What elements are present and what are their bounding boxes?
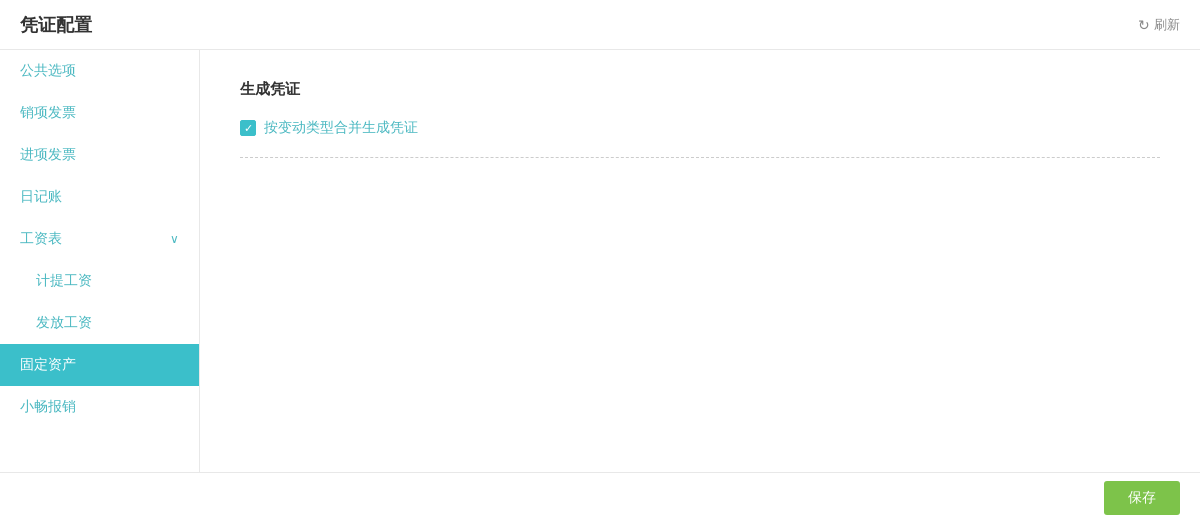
refresh-label: 刷新 [1154,16,1180,34]
sidebar-item-label: 小畅报销 [20,398,76,416]
sidebar-item-label: 固定资产 [20,356,76,374]
section-title: 生成凭证 [240,80,1160,99]
sidebar-item-payroll-calc[interactable]: 计提工资 [0,260,199,302]
checkmark-icon: ✓ [244,123,253,134]
sidebar-item-journal[interactable]: 日记账 [0,176,199,218]
main-layout: 公共选项销项发票进项发票日记账工资表 ∨ 计提工资发放工资固定资产小畅报销 生成凭证… [0,50,1200,472]
sidebar-item-purchase-invoice[interactable]: 进项发票 [0,134,199,176]
sidebar-item-label: 日记账 [20,188,62,206]
checkbox-row: ✓ 按变动类型合并生成凭证 [240,119,1160,137]
sidebar-item-label: 发放工资 [36,314,92,332]
content-area: 生成凭证 ✓ 按变动类型合并生成凭证 [200,50,1200,472]
divider [240,157,1160,158]
sidebar-item-label: 销项发票 [20,104,76,122]
save-button[interactable]: 保存 [1104,481,1180,515]
sidebar-item-label: 进项发票 [20,146,76,164]
page-title: 凭证配置 [20,13,92,37]
sidebar-item-expense[interactable]: 小畅报销 [0,386,199,428]
sidebar-item-label: 工资表 [20,230,62,248]
sidebar-item-sales-invoice[interactable]: 销项发票 [0,92,199,134]
sidebar: 公共选项销项发票进项发票日记账工资表 ∨ 计提工资发放工资固定资产小畅报销 [0,50,200,472]
sidebar-item-label: 计提工资 [36,272,92,290]
sidebar-item-payroll-pay[interactable]: 发放工资 [0,302,199,344]
sidebar-item-label: 公共选项 [20,62,76,80]
merge-by-type-label[interactable]: 按变动类型合并生成凭证 [264,119,418,137]
refresh-button[interactable]: ↻ 刷新 [1138,16,1180,34]
refresh-icon: ↻ [1138,17,1150,33]
merge-by-type-checkbox[interactable]: ✓ [240,120,256,136]
sidebar-item-public[interactable]: 公共选项 [0,50,199,92]
sidebar-item-fixed-assets[interactable]: 固定资产 [0,344,199,386]
chevron-down-icon: ∨ [170,232,179,246]
sidebar-item-payroll[interactable]: 工资表 ∨ [0,218,199,260]
header: 凭证配置 ↻ 刷新 [0,0,1200,50]
footer: 保存 [0,472,1200,522]
